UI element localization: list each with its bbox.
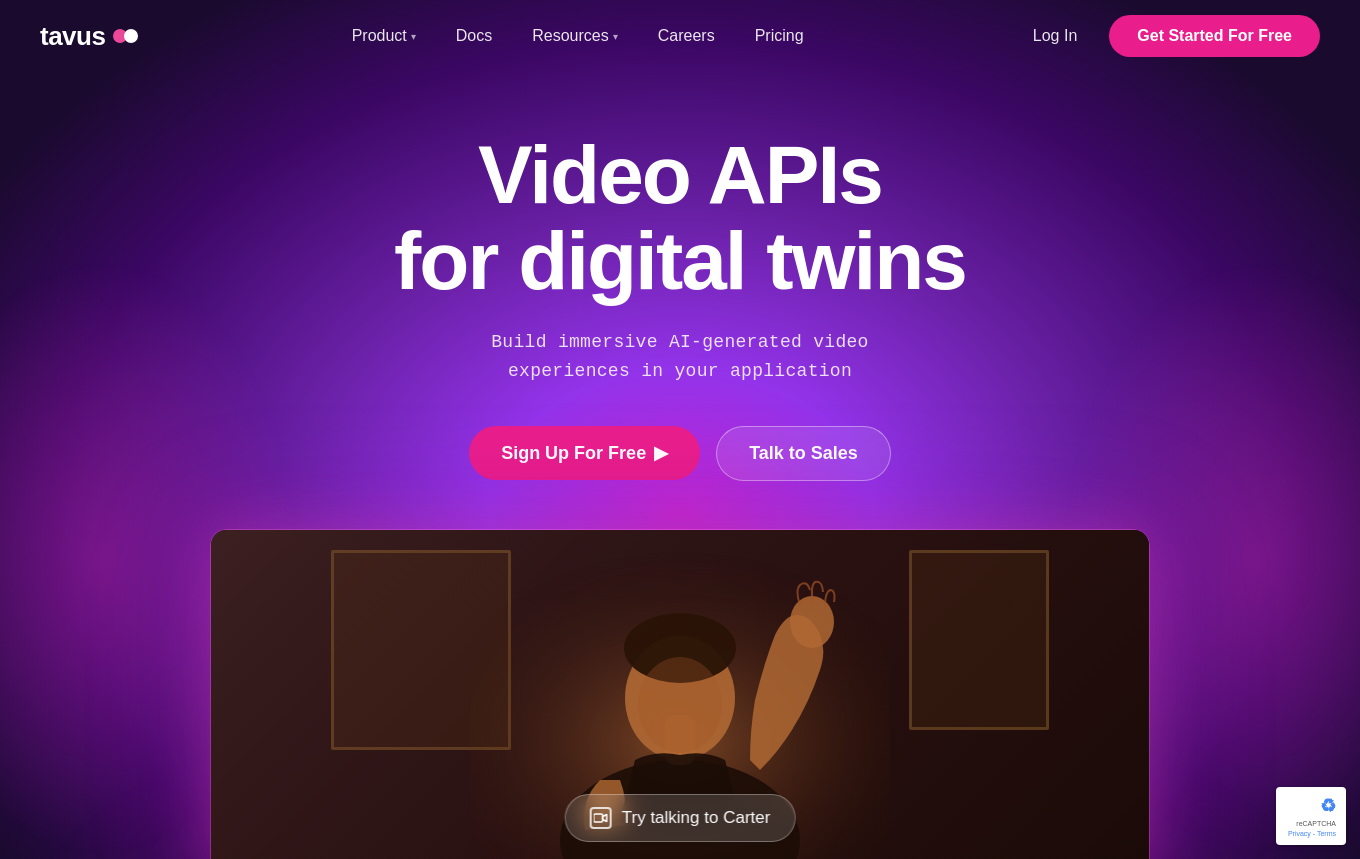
recaptcha-logo: ♻ (1320, 795, 1336, 817)
nav-item-pricing[interactable]: Pricing (739, 19, 820, 53)
nav-item-resources[interactable]: Resources ▾ (516, 19, 633, 53)
nav-item-product[interactable]: Product ▾ (336, 19, 432, 53)
get-started-button[interactable]: Get Started For Free (1109, 15, 1320, 57)
recaptcha-links: Privacy - Terms (1288, 830, 1336, 837)
hero-subtitle: Build immersive AI-generated video exper… (491, 328, 868, 386)
video-camera-icon (590, 807, 612, 829)
talk-to-sales-button[interactable]: Talk to Sales (716, 426, 891, 481)
login-link[interactable]: Log In (1017, 19, 1093, 53)
nav-right: Log In Get Started For Free (1017, 15, 1320, 57)
video-inner: Try talking to Carter (211, 530, 1149, 859)
svg-rect-7 (594, 814, 603, 822)
recaptcha-badge: ♻ reCAPTCHA Privacy - Terms (1276, 787, 1346, 845)
play-icon: ▶ (654, 442, 668, 464)
svg-point-6 (790, 596, 834, 648)
nav-item-careers[interactable]: Careers (642, 19, 731, 53)
hero-section: Video APIs for digital twins Build immer… (0, 72, 1360, 859)
sign-up-button[interactable]: Sign Up For Free ▶ (469, 426, 700, 480)
hero-title: Video APIs for digital twins (394, 132, 966, 304)
nav-item-docs[interactable]: Docs (440, 19, 508, 53)
logo-text: tavus (40, 21, 105, 52)
video-container: Try talking to Carter (210, 529, 1150, 859)
recaptcha-text: reCAPTCHA (1296, 819, 1336, 828)
svg-point-5 (638, 657, 722, 753)
chevron-down-icon: ▾ (411, 31, 416, 42)
chevron-down-icon-resources: ▾ (613, 31, 618, 42)
nav-links: Product ▾ Docs Resources ▾ Careers Prici… (336, 19, 820, 53)
window-right (909, 550, 1049, 730)
logo[interactable]: tavus (40, 21, 138, 52)
carter-button[interactable]: Try talking to Carter (565, 794, 796, 842)
logo-icon (113, 29, 138, 43)
navbar: tavus Product ▾ Docs Resources ▾ Care (0, 0, 1360, 72)
logo-dot-white (124, 29, 138, 43)
cta-buttons: Sign Up For Free ▶ Talk to Sales (469, 426, 891, 481)
